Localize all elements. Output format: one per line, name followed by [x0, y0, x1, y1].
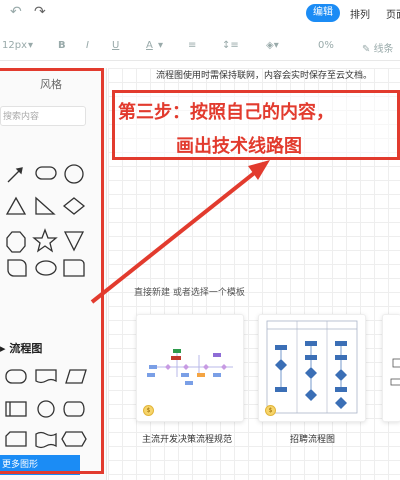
template-label: 招聘流程图 [290, 435, 336, 445]
chevron-down-icon[interactable]: ▾ [28, 40, 33, 51]
annotation-line-1: 第三步：按照自己的内容， [118, 102, 334, 123]
bold-button[interactable]: B [58, 40, 66, 51]
line-spacing-icon[interactable]: ↕≡ [222, 40, 239, 51]
italic-button[interactable]: I [86, 40, 89, 51]
coin-icon: $ [265, 405, 276, 416]
format-toolbar: 12px ▾ B I U A ▾ ≡ ↕≡ ◈▾ 0% ✎ 线条 [0, 34, 400, 61]
template-hint: 直接新建 或者选择一个模板 [134, 288, 245, 298]
chevron-down-icon[interactable]: ▾ [158, 40, 163, 51]
coin-icon: $ [143, 405, 154, 416]
template-thumbnail [266, 320, 358, 414]
line-style-label: 线条 [373, 44, 394, 55]
sidebar-highlight-frame [0, 68, 104, 474]
tab-edit[interactable]: 编辑 [306, 4, 340, 22]
font-color-button[interactable]: A [146, 40, 153, 51]
align-icon[interactable]: ≡ [188, 40, 196, 51]
line-style-button[interactable]: ✎ 线条 [362, 40, 394, 55]
underline-button[interactable]: U [112, 40, 119, 51]
template-thumbnail [147, 349, 233, 385]
tab-page[interactable]: 页面 [386, 6, 400, 21]
fill-color-icon[interactable]: ◈▾ [266, 40, 279, 51]
top-bar: ↶ ↷ 编辑 排列 页面 [0, 0, 400, 28]
template-card[interactable] [382, 314, 400, 422]
template-label: 主流开发决策流程规范 [142, 435, 233, 445]
template-thumbnail [390, 358, 400, 386]
cloud-save-notice: 流程图使用时需保持联网，内容会实时保存至云文档。 [156, 71, 373, 81]
annotation-line-2: 画出技术线路图 [176, 136, 302, 157]
font-size-select[interactable]: 12px [2, 40, 27, 51]
undo-icon[interactable]: ↶ [10, 4, 22, 20]
opacity-select[interactable]: 0% [318, 40, 334, 51]
tab-arrange[interactable]: 排列 [350, 6, 370, 21]
redo-icon[interactable]: ↷ [34, 4, 46, 20]
